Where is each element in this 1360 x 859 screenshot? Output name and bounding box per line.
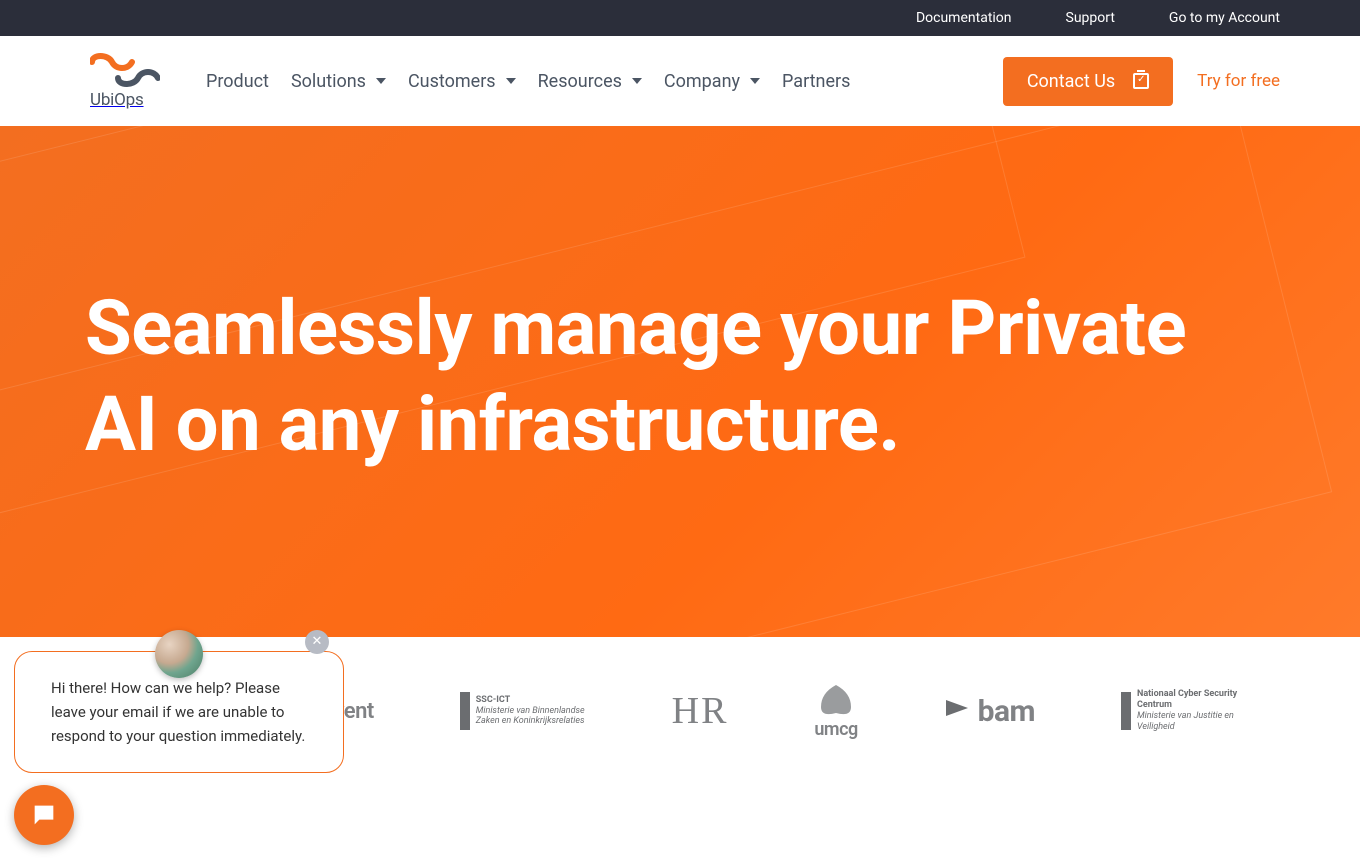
client-logo-ncsc: Nationaal Cyber Security Centrum Ministe… — [1121, 689, 1257, 732]
main-header: UbiOps Product Solutions Customers Resou… — [0, 36, 1360, 126]
client-bam-label: bam — [978, 694, 1035, 729]
top-link-account[interactable]: Go to my Account — [1169, 10, 1280, 26]
nav-customers-label: Customers — [408, 71, 496, 92]
header-actions: Contact Us Try for free — [1003, 57, 1280, 106]
contact-us-label: Contact Us — [1027, 71, 1115, 92]
nav-solutions-label: Solutions — [291, 71, 366, 92]
contact-us-button[interactable]: Contact Us — [1003, 57, 1173, 106]
chat-popup[interactable]: ✕ Hi there! How can we help? Please leav… — [14, 651, 344, 773]
client-logo-hr: HR — [672, 689, 729, 733]
gov-bar-icon — [1121, 692, 1131, 730]
hero-section: Seamlessly manage your Private AI on any… — [0, 126, 1360, 637]
chevron-down-icon — [632, 78, 642, 84]
chevron-down-icon — [376, 78, 386, 84]
nav-product[interactable]: Product — [206, 71, 269, 92]
chevron-down-icon — [506, 78, 516, 84]
calendar-check-icon — [1133, 73, 1149, 89]
umcg-mark-icon — [816, 683, 856, 717]
hero-headline: Seamlessly manage your Private AI on any… — [85, 281, 1265, 473]
client-logo-ssc-ict: SSC-ICT Ministerie van Binnenlandse Zake… — [460, 692, 586, 730]
chat-widget: ✕ Hi there! How can we help? Please leav… — [14, 785, 74, 845]
client-logo-bam: bam — [944, 694, 1035, 729]
nav-company[interactable]: Company — [664, 71, 760, 92]
nav-resources-label: Resources — [538, 71, 622, 92]
chat-avatar — [155, 630, 203, 678]
try-for-free-link[interactable]: Try for free — [1197, 71, 1280, 91]
logo-mark-icon — [90, 52, 160, 88]
main-nav: Product Solutions Customers Resources Co… — [206, 71, 850, 92]
nav-solutions[interactable]: Solutions — [291, 71, 386, 92]
bam-mark-icon — [944, 698, 970, 724]
client-hr-label: HR — [672, 689, 729, 733]
chat-bubble-icon — [30, 801, 58, 829]
client-ssc-ict-sub: Ministerie van Binnenlandse Zaken en Kon… — [476, 706, 586, 728]
client-umcg-label: umcg — [814, 719, 857, 740]
nav-partners[interactable]: Partners — [782, 71, 850, 92]
client-ncsc-title: Nationaal Cyber Security Centrum — [1137, 689, 1257, 711]
nav-customers[interactable]: Customers — [408, 71, 516, 92]
logo-text: UbiOps — [90, 90, 160, 110]
top-link-support[interactable]: Support — [1066, 10, 1115, 26]
chat-message-text: Hi there! How can we help? Please leave … — [51, 679, 305, 745]
nav-company-label: Company — [664, 71, 740, 92]
client-ncsc-sub: Ministerie van Justitie en Veiligheid — [1137, 711, 1257, 733]
top-link-documentation[interactable]: Documentation — [916, 10, 1012, 26]
logo[interactable]: UbiOps — [90, 52, 160, 110]
chat-close-button[interactable]: ✕ — [305, 630, 329, 654]
gov-bar-icon — [460, 692, 470, 730]
top-utility-bar: Documentation Support Go to my Account — [0, 0, 1360, 36]
chat-launcher-button[interactable] — [14, 785, 74, 845]
client-ssc-ict-title: SSC-ICT — [476, 695, 586, 706]
nav-resources[interactable]: Resources — [538, 71, 642, 92]
client-logo-umcg: umcg — [814, 683, 857, 740]
chevron-down-icon — [750, 78, 760, 84]
